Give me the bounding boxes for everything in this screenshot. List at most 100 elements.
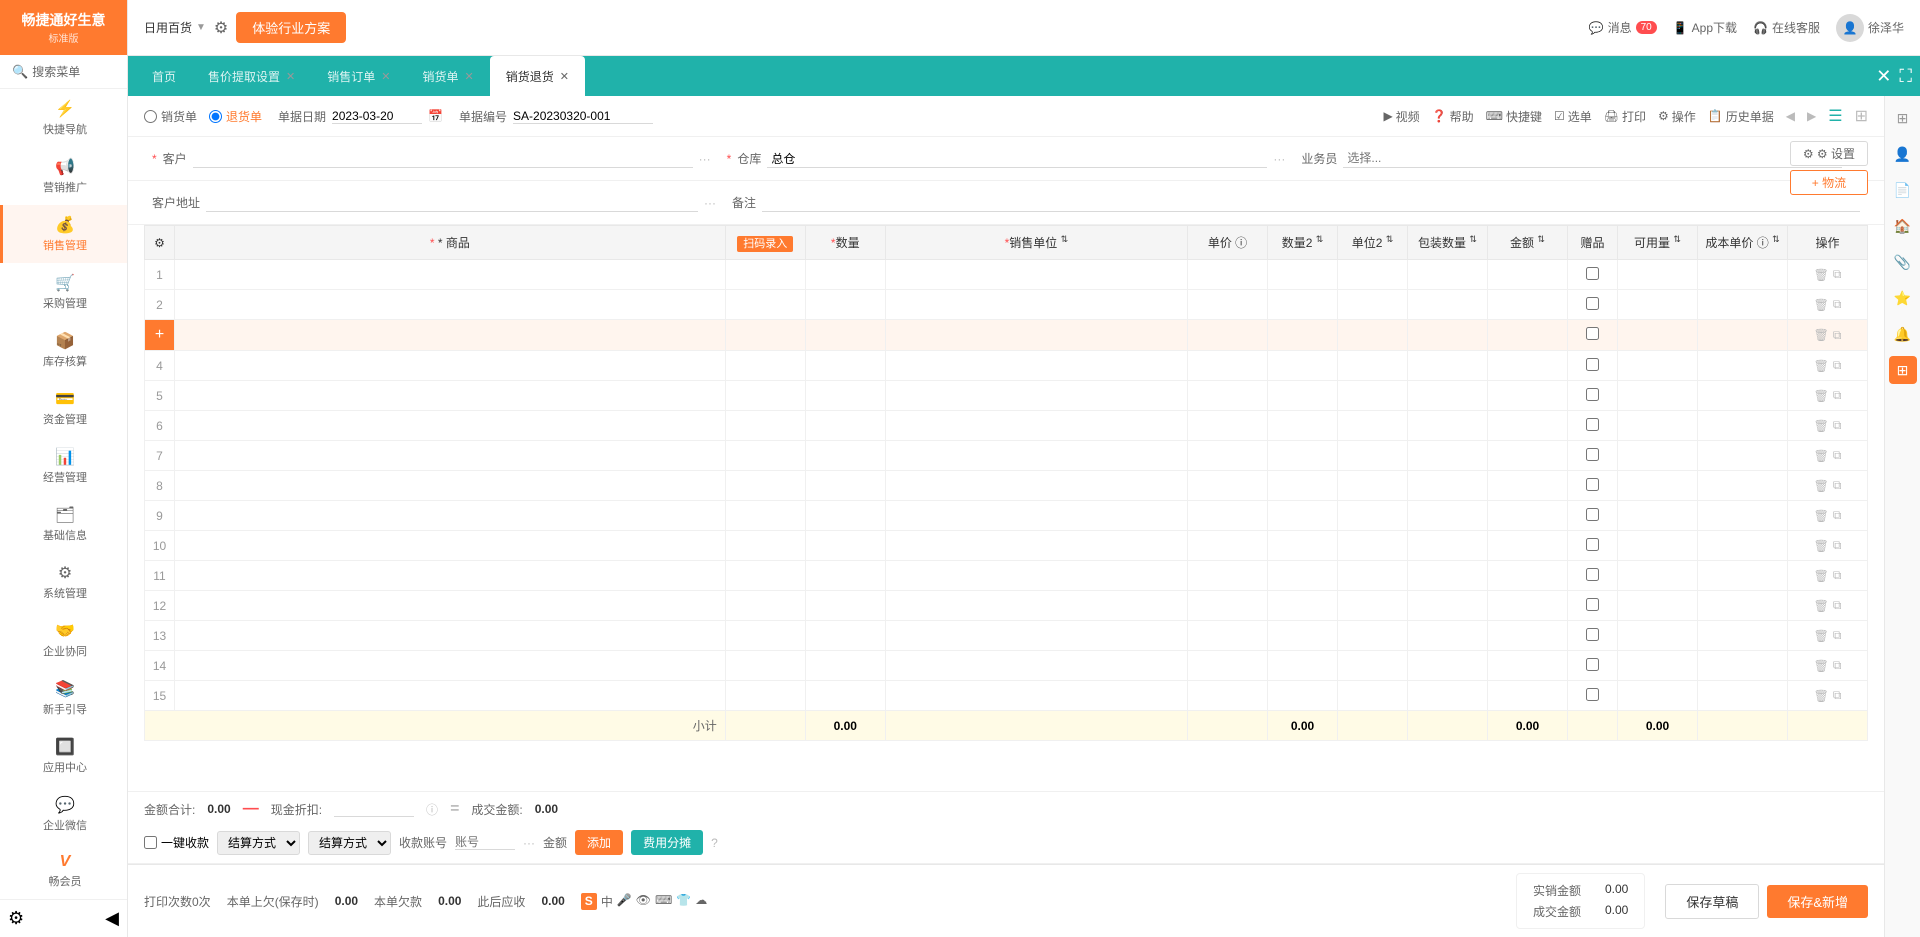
topbar-gear-icon[interactable]: ⚙ — [214, 18, 228, 38]
copy-icon[interactable]: ⧉ — [1833, 568, 1842, 583]
sidebar-item-enterprise[interactable]: 🤝 企业协同 — [0, 611, 127, 669]
gift-checkbox[interactable] — [1586, 628, 1599, 641]
notification-item[interactable]: 💬 消息 70 — [1589, 19, 1657, 36]
delete-icon[interactable]: 🗑 — [1814, 359, 1829, 373]
next-arrow-icon[interactable]: ▶ — [1807, 109, 1816, 123]
copy-icon[interactable]: ⧉ — [1833, 688, 1842, 703]
sidebar-item-system[interactable]: ⚙ 系统管理 — [0, 553, 127, 611]
video-btn[interactable]: ▶ 视频 — [1383, 108, 1419, 125]
tab-sales-delivery[interactable]: 销货单 ✕ — [406, 56, 489, 96]
copy-icon[interactable]: ⧉ — [1833, 388, 1842, 403]
gift-checkbox[interactable] — [1586, 478, 1599, 491]
print-btn[interactable]: 🖨 打印 — [1604, 108, 1646, 125]
gift-cell[interactable] — [1568, 320, 1618, 351]
delete-icon[interactable]: 🗑 — [1814, 268, 1829, 282]
delete-icon[interactable]: 🗑 — [1814, 659, 1829, 673]
product-cell[interactable] — [175, 561, 726, 591]
qty2-cell[interactable] — [1268, 260, 1338, 290]
select-btn[interactable]: ☑ 选单 — [1554, 108, 1592, 125]
sidebar-item-appstore[interactable]: 🔲 应用中心 — [0, 727, 127, 785]
gift-checkbox[interactable] — [1586, 568, 1599, 581]
gift-cell[interactable] — [1568, 290, 1618, 320]
unit2-cell[interactable] — [1338, 320, 1408, 351]
right-panel-btn-2[interactable]: 👤 — [1889, 140, 1917, 168]
unit-cell[interactable] — [885, 290, 1187, 320]
pkg-cell[interactable] — [1408, 260, 1488, 290]
product-cell[interactable] — [175, 290, 726, 320]
delete-icon[interactable]: 🗑 — [1814, 449, 1829, 463]
customer-input[interactable] — [193, 149, 693, 168]
radio-sales[interactable]: 销货单 — [144, 108, 197, 125]
qty2-cell[interactable] — [1268, 320, 1338, 351]
one-click-payment-checkbox[interactable]: 一键收款 — [144, 834, 209, 851]
sidebar-item-marketing[interactable]: 📢 营销推广 — [0, 147, 127, 205]
note-input[interactable] — [762, 193, 1860, 212]
warehouse-input[interactable] — [767, 149, 1267, 168]
sidebar-item-member[interactable]: V 畅会员 — [0, 843, 127, 899]
date-input[interactable] — [332, 109, 422, 124]
experience-button[interactable]: 体验行业方案 — [236, 12, 346, 43]
copy-icon[interactable]: ⧉ — [1833, 448, 1842, 463]
help-btn[interactable]: ❓ 帮助 — [1432, 108, 1474, 125]
radio-return[interactable]: 退货单 — [209, 108, 262, 125]
delete-icon[interactable]: 🗑 — [1814, 328, 1829, 342]
sidebar-item-finance[interactable]: 💳 资金管理 — [0, 379, 127, 437]
product-cell[interactable] — [175, 651, 726, 681]
delete-icon[interactable]: 🗑 — [1814, 569, 1829, 583]
qty-cell[interactable] — [805, 290, 885, 320]
product-cell[interactable] — [175, 260, 726, 290]
product-cell[interactable] — [175, 501, 726, 531]
amount-cell[interactable] — [1488, 320, 1568, 351]
cost-split-help-icon[interactable]: ? — [711, 836, 718, 850]
warehouse-more-icon[interactable]: ··· — [1273, 152, 1285, 166]
amount-cell[interactable] — [1488, 290, 1568, 320]
save-new-button[interactable]: 保存&新增 — [1767, 885, 1868, 918]
address-input[interactable] — [206, 193, 698, 212]
gift-checkbox[interactable] — [1586, 358, 1599, 371]
right-panel-btn-1[interactable]: ⊞ — [1889, 104, 1917, 132]
mic-icon[interactable]: 🎤 — [617, 893, 632, 910]
collapse-icon[interactable]: ◀ — [105, 908, 119, 929]
search-menu[interactable]: 🔍 搜索菜单 — [0, 55, 127, 89]
copy-icon[interactable]: ⧉ — [1833, 358, 1842, 373]
sidebar-item-guide[interactable]: 📚 新手引导 — [0, 669, 127, 727]
gift-checkbox[interactable] — [1586, 267, 1599, 280]
store-selector[interactable]: 日用百货 ▼ — [144, 19, 206, 36]
copy-icon[interactable]: ⧉ — [1833, 297, 1842, 312]
available-cell[interactable] — [1618, 260, 1698, 290]
tab-home[interactable]: 首页 — [136, 56, 192, 96]
unit2-cell[interactable] — [1338, 290, 1408, 320]
close-icon[interactable]: ✕ — [381, 70, 390, 83]
product-input[interactable] — [179, 328, 721, 342]
right-panel-btn-3[interactable]: 📄 — [1889, 176, 1917, 204]
tab-sales-order[interactable]: 销售订单 ✕ — [311, 56, 406, 96]
product-cell[interactable] — [175, 441, 726, 471]
history-btn[interactable]: 📋 历史单据 — [1708, 108, 1774, 125]
gift-checkbox[interactable] — [1586, 598, 1599, 611]
cost-split-button[interactable]: 费用分摊 — [631, 830, 703, 855]
copy-icon[interactable]: ⧉ — [1833, 628, 1842, 643]
copy-icon[interactable]: ⧉ — [1833, 328, 1842, 343]
delete-icon[interactable]: 🗑 — [1814, 689, 1829, 703]
right-panel-btn-5[interactable]: 📎 — [1889, 248, 1917, 276]
cloud-icon[interactable]: ☁ — [695, 893, 707, 910]
right-panel-btn-8[interactable]: ⊞ — [1889, 356, 1917, 384]
pkg-cell[interactable] — [1408, 320, 1488, 351]
eye-icon[interactable]: 👁 — [636, 893, 651, 910]
product-cell[interactable] — [175, 381, 726, 411]
copy-icon[interactable]: ⧉ — [1833, 478, 1842, 493]
sidebar-item-inventory[interactable]: 📦 库存核算 — [0, 321, 127, 379]
tab-sales-return[interactable]: 销货退货 ✕ — [490, 56, 585, 96]
staff-input[interactable] — [1343, 149, 1842, 168]
copy-icon[interactable]: ⧉ — [1833, 418, 1842, 433]
radio-sales-input[interactable] — [144, 110, 157, 123]
calendar-icon[interactable]: 📅 — [428, 109, 443, 123]
delete-icon[interactable]: 🗑 — [1814, 389, 1829, 403]
copy-icon[interactable]: ⧉ — [1833, 598, 1842, 613]
qty-cell[interactable] — [805, 320, 885, 351]
radio-return-input[interactable] — [209, 110, 222, 123]
price-cell[interactable] — [1188, 320, 1268, 351]
unit-cell[interactable] — [885, 260, 1187, 290]
cost-price-cell[interactable] — [1698, 260, 1788, 290]
sidebar-item-basic[interactable]: 🗂 基础信息 — [0, 495, 127, 553]
